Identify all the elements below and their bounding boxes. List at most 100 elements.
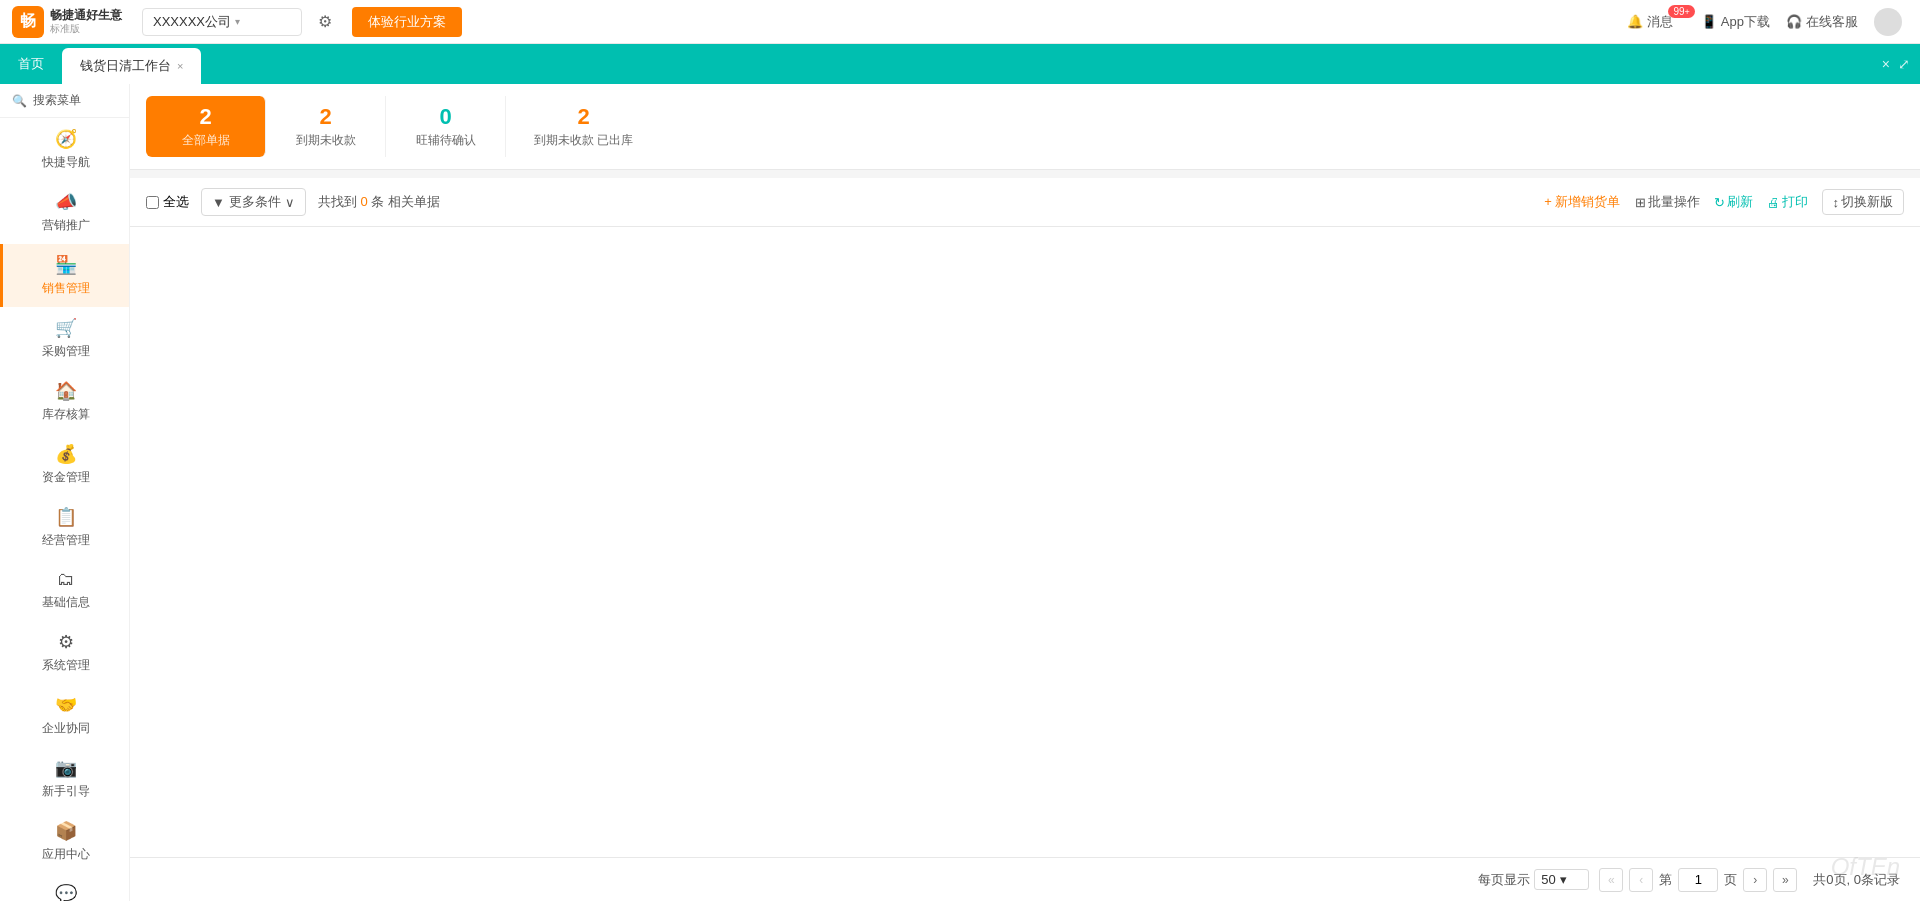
tab-home[interactable]: 首页 (0, 44, 62, 84)
company-selector[interactable]: XXXXXX公司 ▾ (142, 8, 302, 36)
card-all[interactable]: 2 全部单据 (146, 96, 266, 157)
print-button[interactable]: 🖨 打印 (1767, 193, 1808, 211)
sidebar-label-inventory: 库存核算 (42, 406, 90, 423)
logo-main-title: 畅捷通好生意 (50, 8, 122, 22)
inventory-icon: 🏠 (55, 380, 77, 402)
sidebar-item-finance[interactable]: 💰 资金管理 (0, 433, 129, 496)
search-menu-button[interactable]: 🔍 搜索菜单 (0, 84, 129, 118)
operations-icon: 📋 (55, 506, 77, 528)
batch-operation-button[interactable]: ⊞ 批量操作 (1635, 193, 1700, 211)
card-overdue-label: 到期未收款 (296, 132, 356, 149)
settings-button[interactable]: ⚙ (310, 7, 340, 37)
search-icon: 🔍 (12, 94, 27, 108)
user-avatar-button[interactable] (1874, 8, 1908, 36)
print-icon: 🖨 (1767, 195, 1780, 210)
sidebar: 🔍 搜索菜单 🧭 快捷导航 📣 营销推广 🏪 销售管理 🛒 采购管理 🏠 库存核… (0, 84, 130, 901)
tab-active-label: 钱货日清工作台 (80, 57, 171, 75)
wechat-icon: 💬 (55, 883, 77, 901)
main-layout: 🔍 搜索菜单 🧭 快捷导航 📣 营销推广 🏪 销售管理 🛒 采购管理 🏠 库存核… (0, 84, 1920, 901)
top-bar: 畅 畅捷通好生意 标准版 XXXXXX公司 ▾ ⚙ 体验行业方案 🔔 消息 99… (0, 0, 1920, 44)
per-page-dropdown[interactable]: 50 ▾ (1534, 869, 1589, 890)
switch-version-button[interactable]: ↕ 切换新版 (1822, 189, 1905, 215)
toolbar-right-actions: + 新增销货单 ⊞ 批量操作 ↻ 刷新 🖨 打印 ↕ 切换新版 (1544, 189, 1904, 215)
sales-icon: 🏪 (55, 254, 77, 276)
refresh-button[interactable]: ↻ 刷新 (1714, 193, 1753, 211)
batch-icon: ⊞ (1635, 195, 1646, 210)
result-text: 共找到 0 条 相关单据 (318, 193, 440, 211)
logo-text: 畅捷通好生意 标准版 (50, 8, 122, 34)
sidebar-item-inventory[interactable]: 🏠 库存核算 (0, 370, 129, 433)
content-area: 2 全部单据 2 到期未收款 0 旺辅待确认 2 到期未收款 已出库 全选 (130, 84, 1920, 901)
tab-active[interactable]: 钱货日清工作台 × (62, 48, 201, 84)
sidebar-item-basics[interactable]: 🗂 基础信息 (0, 559, 129, 621)
tab-close-icon[interactable]: × (177, 60, 183, 72)
first-page-button[interactable]: « (1599, 868, 1623, 892)
appstore-icon: 📦 (55, 820, 77, 842)
toolbar: 全选 ▼ 更多条件 ∨ 共找到 0 条 相关单据 + 新增销货单 ⊞ 批量操作 (130, 178, 1920, 227)
page-input[interactable] (1678, 868, 1718, 892)
sidebar-item-system[interactable]: ⚙ 系统管理 (0, 621, 129, 684)
app-download-button[interactable]: 📱 App下载 (1701, 13, 1770, 31)
tabs-bar: 首页 钱货日清工作台 × × ⤢ (0, 44, 1920, 84)
prev-page-button[interactable]: ‹ (1629, 868, 1653, 892)
sidebar-item-wechat[interactable]: 💬 企业微信 (0, 873, 129, 901)
card-overdue-unpaid[interactable]: 2 到期未收款 (266, 96, 386, 157)
sidebar-item-operations[interactable]: 📋 经营管理 (0, 496, 129, 559)
download-icon: 📱 (1701, 14, 1717, 29)
card-pending-number: 0 (439, 104, 451, 130)
online-service-button[interactable]: 🎧 在线客服 (1786, 13, 1858, 31)
select-all-checkbox[interactable]: 全选 (146, 193, 189, 211)
result-count: 0 (361, 194, 368, 209)
last-page-button[interactable]: » (1773, 868, 1797, 892)
window-expand-button[interactable]: ⤢ (1898, 56, 1910, 72)
avatar (1874, 8, 1902, 36)
filter-icon: ▼ (212, 195, 225, 210)
sidebar-item-quick-nav[interactable]: 🧭 快捷导航 (0, 118, 129, 181)
messages-button[interactable]: 🔔 消息 99+ (1627, 13, 1685, 31)
guide-icon: 📷 (55, 757, 77, 779)
sidebar-item-guide[interactable]: 📷 新手引导 (0, 747, 129, 810)
sidebar-label-system: 系统管理 (42, 657, 90, 674)
sidebar-label-basics: 基础信息 (42, 594, 90, 611)
trial-button[interactable]: 体验行业方案 (352, 7, 462, 37)
tabs-right-actions: × ⤢ (1882, 56, 1920, 72)
switch-icon: ↕ (1833, 195, 1840, 210)
per-page-value: 50 (1541, 872, 1555, 887)
card-pending-label: 旺辅待确认 (416, 132, 476, 149)
filter-label: 更多条件 (229, 193, 281, 211)
marketing-icon: 📣 (55, 191, 77, 213)
quick-nav-icon: 🧭 (55, 128, 77, 150)
table-area (130, 227, 1920, 857)
sidebar-item-sales[interactable]: 🏪 销售管理 (0, 244, 129, 307)
page-word2: 页 (1724, 871, 1737, 889)
sidebar-item-enterprise[interactable]: 🤝 企业协同 (0, 684, 129, 747)
sidebar-label-finance: 资金管理 (42, 469, 90, 486)
card-pending-confirm[interactable]: 0 旺辅待确认 (386, 96, 506, 157)
card-overdue-shipped[interactable]: 2 到期未收款 已出库 (506, 96, 661, 157)
sidebar-label-guide: 新手引导 (42, 783, 90, 800)
window-close-button[interactable]: × (1882, 56, 1890, 72)
page-navigation: « ‹ 第 页 › » (1599, 868, 1797, 892)
add-sale-order-button[interactable]: + 新增销货单 (1544, 193, 1620, 211)
company-name: XXXXXX公司 (153, 13, 231, 31)
card-shipped-label: 到期未收款 已出库 (534, 132, 633, 149)
card-all-label: 全部单据 (182, 132, 230, 149)
sidebar-item-appstore[interactable]: 📦 应用中心 (0, 810, 129, 873)
sidebar-item-marketing[interactable]: 📣 营销推广 (0, 181, 129, 244)
top-right-actions: 🔔 消息 99+ 📱 App下载 🎧 在线客服 (1627, 8, 1908, 36)
enterprise-icon: 🤝 (55, 694, 77, 716)
per-page-label: 每页显示 (1478, 871, 1530, 889)
page-word: 第 (1659, 871, 1672, 889)
sidebar-label-purchase: 采购管理 (42, 343, 90, 360)
logo-sub-title: 标准版 (50, 23, 122, 35)
dropdown-arrow-icon: ▾ (1560, 872, 1567, 887)
filter-button[interactable]: ▼ 更多条件 ∨ (201, 188, 306, 216)
next-page-button[interactable]: › (1743, 868, 1767, 892)
sidebar-label-enterprise: 企业协同 (42, 720, 90, 737)
sidebar-item-purchase[interactable]: 🛒 采购管理 (0, 307, 129, 370)
card-all-number: 2 (199, 104, 211, 130)
system-icon: ⚙ (58, 631, 74, 653)
chevron-filter-icon: ∨ (285, 195, 295, 210)
select-all-input[interactable] (146, 196, 159, 209)
pagination-footer: 每页显示 50 ▾ « ‹ 第 页 › » 共0页, 0条记录 (130, 857, 1920, 901)
